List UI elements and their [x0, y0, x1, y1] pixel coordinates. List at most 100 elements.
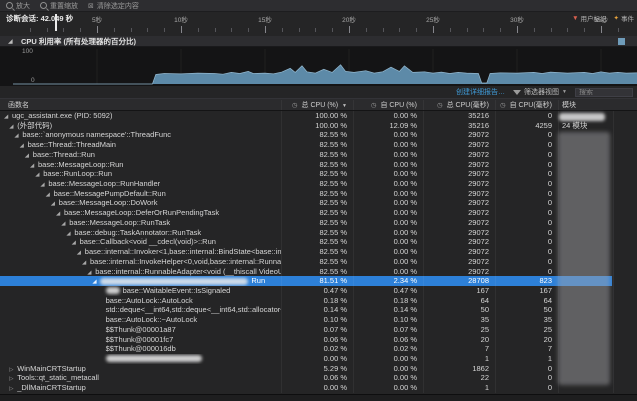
collapse-icon[interactable]: ◢	[4, 113, 12, 121]
expand-icon[interactable]: ▷	[9, 385, 17, 393]
cell-total_pct: 0.06 %	[281, 373, 353, 383]
column-header-function-name[interactable]: 函数名	[0, 100, 281, 110]
column-header-module[interactable]: 模块	[558, 100, 613, 110]
cell-self_pct: 0.00 %	[353, 150, 423, 160]
filter-view-dropdown[interactable]: 筛选器视图 ▼	[513, 87, 567, 97]
cell-self_pct: 0.00 %	[353, 364, 423, 374]
clear-selection-label: 清除选定内容	[97, 1, 139, 11]
table-row[interactable]: base::WaitableEvent::IsSignaled0.47 %0.4…	[0, 286, 637, 296]
cell-total_pct: 82.55 %	[281, 267, 353, 277]
table-row[interactable]: ◢base::Callback<void __cdecl(void)>::Run…	[0, 237, 637, 247]
table-row[interactable]: ▷WinMainCRTStartup5.29 %0.00 %18620	[0, 364, 637, 374]
ruler-tick	[467, 28, 468, 32]
table-row[interactable]: ◢base::MessageLoop::DeferOrRunPendingTas…	[0, 208, 637, 218]
cell-total_ms: 1	[423, 354, 495, 364]
table-row[interactable]: ◢base::MessageLoop::DoWork82.55 %0.00 %2…	[0, 198, 637, 208]
collapse-icon[interactable]: ◢	[35, 171, 43, 179]
row-gutter	[613, 276, 637, 286]
table-row[interactable]: ◢base::internal::RunnableAdapter<void (_…	[0, 267, 637, 277]
collapse-icon[interactable]: ◢	[72, 239, 80, 247]
table-row[interactable]: std::deque<__int64,std::deque<__int64,st…	[0, 305, 637, 315]
function-name: $$Thunk@00001fc7	[106, 335, 174, 344]
table-row[interactable]: base::AutoLock::AutoLock0.18 %0.18 %6464	[0, 296, 637, 306]
collapse-icon[interactable]: ◢	[87, 269, 95, 277]
collapse-icon[interactable]: ◢	[77, 249, 85, 257]
table-row[interactable]: ◢ugc_assistant.exe (PID: 5092)100.00 %0.…	[0, 111, 637, 121]
table-row[interactable]: 0.00 %0.00 %11	[0, 354, 637, 364]
table-row[interactable]: ◢base::Thread::ThreadMain82.55 %0.00 %29…	[0, 140, 637, 150]
cell-self_pct: 0.00 %	[353, 140, 423, 150]
collapse-icon[interactable]: ◢	[25, 152, 33, 160]
cell-self_ms: 50	[495, 305, 558, 315]
table-row[interactable]: ◢base::`anonymous namespace'::ThreadFunc…	[0, 130, 637, 140]
table-row[interactable]: ◢base::MessageLoop::RunTask82.55 %0.00 %…	[0, 218, 637, 228]
table-row[interactable]: ◢base::MessagePumpDefault::Run82.55 %0.0…	[0, 189, 637, 199]
function-name: base::MessageLoop::DoWork	[59, 198, 158, 207]
function-name: base::debug::TaskAnnotator::RunTask	[74, 228, 201, 237]
table-row-selected[interactable]: ◢Run81.51 %2.34 %28708823	[0, 276, 637, 286]
zoom-in-button[interactable]: 放大	[6, 1, 30, 11]
collapse-icon[interactable]: ◢	[56, 210, 64, 218]
collapse-icon[interactable]: ◢	[46, 191, 54, 199]
table-row[interactable]: ▷Tools::qt_static_metacall0.06 %0.00 %22…	[0, 373, 637, 383]
function-name: base::AutoLock::~AutoLock	[106, 315, 198, 324]
row-gutter	[613, 325, 637, 335]
cell-self_pct: 2.34 %	[353, 276, 423, 286]
column-header-total-cpu-pct[interactable]: ◷ 总 CPU (%) ▼	[281, 100, 353, 110]
reset-zoom-button[interactable]: 重置缩放	[40, 1, 78, 11]
expand-icon[interactable]: ▷	[9, 375, 17, 383]
table-row[interactable]: ▷_DllMainCRTStartup0.00 %0.00 %10	[0, 383, 637, 393]
table-row[interactable]: base::AutoLock::~AutoLock0.10 %0.10 %353…	[0, 315, 637, 325]
clear-selection-button[interactable]: ⊠ 清除选定内容	[88, 1, 139, 11]
cell-total_ms: 28708	[423, 276, 495, 286]
collapse-icon[interactable]: ◢	[30, 162, 38, 170]
cell-total_pct: 82.55 %	[281, 218, 353, 228]
create-detailed-report-link[interactable]: 创建详细报告…	[456, 87, 505, 97]
table-row[interactable]: $$Thunk@00001fc70.06 %0.06 %2020	[0, 335, 637, 345]
table-row[interactable]: ◢base::internal::InvokeHelper<0,void,bas…	[0, 257, 637, 267]
collapse-icon[interactable]: ◢	[20, 142, 28, 150]
legend-label: 事件	[621, 13, 634, 23]
table-row[interactable]: ◢(外部代码)100.00 %12.09 %35216425924 模块	[0, 121, 637, 131]
table-row[interactable]: ◢base::MessageLoop::RunHandler82.55 %0.0…	[0, 179, 637, 189]
cpu-usage-profiler-window: 放大 重置缩放 ⊠ 清除选定内容 诊断会话: 42.049 秒 5秒10秒15秒…	[0, 0, 637, 400]
table-row[interactable]: ◢base::debug::TaskAnnotator::RunTask82.5…	[0, 228, 637, 238]
column-header-self-cpu-ms[interactable]: ◷ 自 CPU(毫秒)	[495, 100, 558, 110]
collapse-icon[interactable]: ◢	[61, 220, 69, 228]
table-row[interactable]: ◢base::internal::Invoker<1,base::interna…	[0, 247, 637, 257]
ruler-tick	[584, 28, 585, 32]
function-name: base::MessageLoop::DeferOrRunPendingTask	[64, 208, 219, 217]
table-row[interactable]: ◢base::Thread::Run82.55 %0.00 %290720	[0, 150, 637, 160]
search-input[interactable]	[575, 88, 633, 97]
cpu-graph-header[interactable]: ◢ CPU 利用率 (所有处理器的百分比)	[0, 36, 637, 47]
function-name: base::internal::RunnableAdapter<void (__…	[95, 267, 281, 276]
cpu-series-swatch	[618, 38, 625, 45]
cell-total_pct: 82.55 %	[281, 257, 353, 267]
table-row[interactable]: ◢base::MessageLoop::Run82.55 %0.00 %2907…	[0, 160, 637, 170]
cell-self_ms: 35	[495, 315, 558, 325]
column-header-total-cpu-ms[interactable]: ◷ 总 CPU(毫秒)	[423, 100, 495, 110]
ruler-tick	[433, 26, 434, 33]
function-name: base::internal::Invoker<1,base::internal…	[85, 247, 281, 256]
row-gutter	[613, 208, 637, 218]
cell-total_pct: 82.55 %	[281, 140, 353, 150]
cell-self_pct: 0.00 %	[353, 373, 423, 383]
collapse-icon[interactable]: ◢	[8, 38, 16, 45]
table-row[interactable]: ◢base::RunLoop::Run82.55 %0.00 %290720	[0, 169, 637, 179]
collapse-icon[interactable]: ◢	[92, 278, 100, 286]
function-name: $$Thunk@000016db	[106, 344, 176, 353]
table-row[interactable]: $$Thunk@000016db0.02 %0.02 %77	[0, 344, 637, 354]
cell-self_pct: 12.09 %	[353, 121, 423, 131]
column-header-self-cpu-pct[interactable]: ◷ 自 CPU (%)	[353, 100, 423, 110]
ruler-tick	[618, 28, 619, 32]
cell-self_pct: 0.00 %	[353, 179, 423, 189]
cpu-utilization-chart[interactable]: 100 0	[0, 47, 637, 87]
table-row[interactable]: $$Thunk@00001a870.07 %0.07 %2525	[0, 325, 637, 335]
collapse-icon[interactable]: ◢	[82, 259, 90, 267]
collapse-icon[interactable]: ◢	[9, 123, 17, 131]
collapse-icon[interactable]: ◢	[51, 200, 59, 208]
timeline-cursor[interactable]	[55, 14, 57, 31]
expand-icon[interactable]: ▷	[9, 366, 17, 374]
cell-total_ms: 35216	[423, 121, 495, 131]
ruler-tick	[567, 28, 568, 32]
